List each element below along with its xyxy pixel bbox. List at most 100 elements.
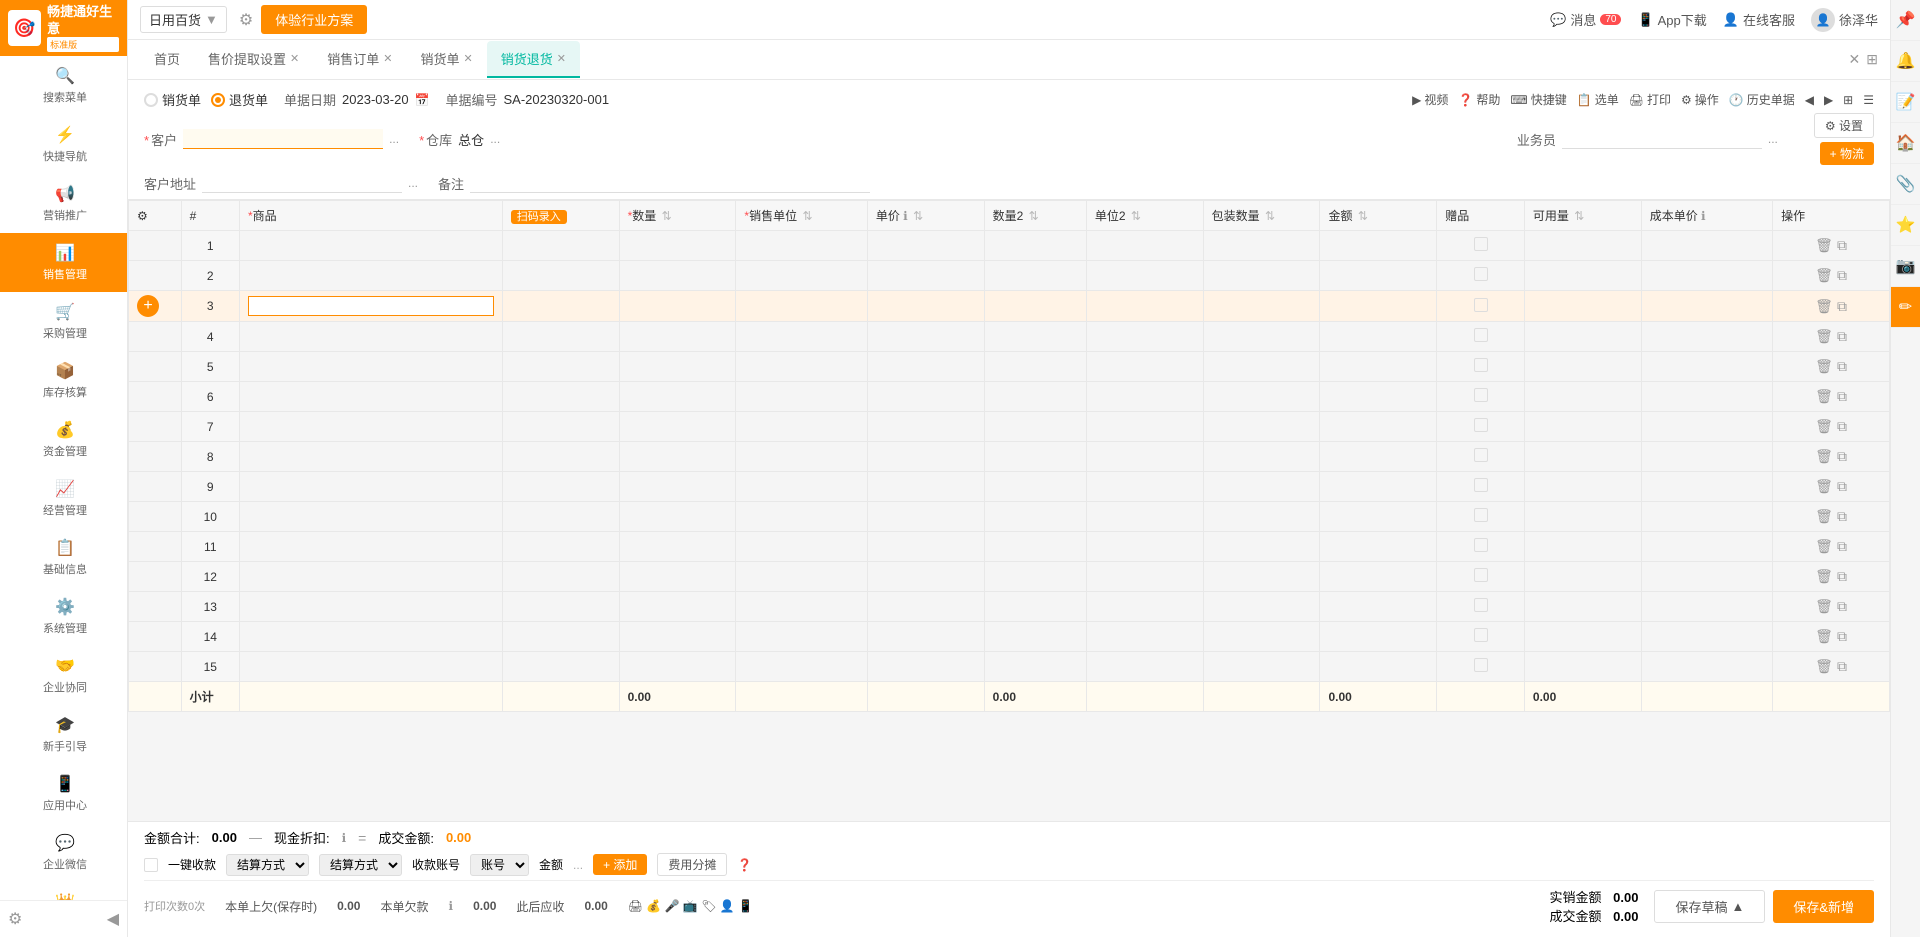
unit-sort-icon[interactable]: ⇅: [802, 209, 812, 223]
account-select[interactable]: 账号: [470, 854, 529, 876]
row-price-cell[interactable]: [867, 592, 984, 622]
address-input[interactable]: [202, 173, 402, 193]
row-qty-cell[interactable]: [619, 352, 736, 382]
row-unit2-cell[interactable]: [1086, 502, 1203, 532]
row-qty-cell[interactable]: [619, 472, 736, 502]
toolbar-help[interactable]: ❓ 帮助: [1458, 91, 1500, 108]
right-panel-item-3[interactable]: 📝: [1891, 82, 1920, 123]
gift-checkbox[interactable]: [1474, 418, 1488, 432]
add-row-btn[interactable]: +: [137, 295, 159, 317]
toolbar-operation[interactable]: ⚙ 操作: [1681, 91, 1719, 108]
gift-checkbox[interactable]: [1474, 658, 1488, 672]
row-unit-cell[interactable]: [736, 652, 867, 682]
row-qty-cell[interactable]: [619, 502, 736, 532]
copy-row-btn[interactable]: ⧉: [1835, 416, 1849, 437]
gift-checkbox[interactable]: [1474, 538, 1488, 552]
row-unit2-cell[interactable]: [1086, 291, 1203, 322]
row-qty-cell[interactable]: [619, 261, 736, 291]
experience-btn[interactable]: 体验行业方案: [261, 5, 367, 34]
address-select-btn[interactable]: ...: [408, 176, 418, 190]
row-pack-cell[interactable]: [1203, 352, 1320, 382]
row-price-cell[interactable]: [867, 231, 984, 261]
row-gift-cell[interactable]: [1437, 562, 1525, 592]
copy-row-btn[interactable]: ⧉: [1835, 476, 1849, 497]
sidebar-item-apps[interactable]: 📱 应用中心: [0, 764, 127, 823]
row-gift-cell[interactable]: [1437, 502, 1525, 532]
row-unit2-cell[interactable]: [1086, 352, 1203, 382]
row-qty-cell[interactable]: [619, 442, 736, 472]
row-unit-cell[interactable]: [736, 261, 867, 291]
gift-checkbox[interactable]: [1474, 508, 1488, 522]
right-panel-item-6[interactable]: ⭐: [1891, 205, 1920, 246]
row-pack-cell[interactable]: [1203, 532, 1320, 562]
gift-checkbox[interactable]: [1474, 478, 1488, 492]
tab-home[interactable]: 首页: [140, 41, 194, 78]
row-pack-cell[interactable]: [1203, 472, 1320, 502]
logistics-btn[interactable]: + 物流: [1820, 142, 1874, 165]
copy-row-btn[interactable]: ⧉: [1835, 656, 1849, 677]
delete-row-btn[interactable]: 🗑: [1813, 566, 1835, 587]
gift-checkbox[interactable]: [1474, 388, 1488, 402]
row-price-cell[interactable]: [867, 322, 984, 352]
row-price-cell[interactable]: [867, 291, 984, 322]
row-unit-cell[interactable]: [736, 532, 867, 562]
row-qty2-cell[interactable]: [984, 472, 1086, 502]
fee-help-icon[interactable]: ❓: [737, 858, 752, 872]
price-info-icon[interactable]: ℹ: [903, 209, 908, 223]
delete-row-btn[interactable]: 🗑: [1813, 386, 1835, 407]
delete-row-btn[interactable]: 🗑: [1813, 626, 1835, 647]
row-product-cell[interactable]: [239, 352, 502, 382]
row-product-cell[interactable]: [239, 502, 502, 532]
row-unit2-cell[interactable]: [1086, 652, 1203, 682]
settle-method-select[interactable]: 结算方式: [226, 854, 309, 876]
row-price-cell[interactable]: [867, 532, 984, 562]
row-qty2-cell[interactable]: [984, 322, 1086, 352]
row-gift-cell[interactable]: [1437, 532, 1525, 562]
gift-checkbox[interactable]: [1474, 568, 1488, 582]
row-price-cell[interactable]: [867, 562, 984, 592]
row-product-cell[interactable]: [239, 622, 502, 652]
right-panel-item-5[interactable]: 📎: [1891, 164, 1920, 205]
avail-sort-icon[interactable]: ⇅: [1574, 209, 1584, 223]
sidebar-item-enterprise[interactable]: 🤝 企业协同: [0, 646, 127, 705]
row-qty-cell[interactable]: [619, 532, 736, 562]
row-unit-cell[interactable]: [736, 231, 867, 261]
row-gift-cell[interactable]: [1437, 652, 1525, 682]
delete-row-btn[interactable]: 🗑: [1813, 265, 1835, 286]
sidebar-item-member[interactable]: 👑 畅会员: [0, 882, 127, 900]
row-unit2-cell[interactable]: [1086, 231, 1203, 261]
row-qty2-cell[interactable]: [984, 261, 1086, 291]
right-panel-item-2[interactable]: 🔔: [1891, 41, 1920, 82]
delete-row-btn[interactable]: 🗑: [1813, 446, 1835, 467]
user-profile-btn[interactable]: 👤 徐泽华: [1811, 8, 1878, 32]
row-gift-cell[interactable]: [1437, 412, 1525, 442]
row-qty-cell[interactable]: [619, 562, 736, 592]
row-gift-cell[interactable]: [1437, 472, 1525, 502]
row-pack-cell[interactable]: [1203, 592, 1320, 622]
row-unit2-cell[interactable]: [1086, 532, 1203, 562]
sidebar-item-purchase[interactable]: 🛒 采购管理: [0, 292, 127, 351]
customer-input[interactable]: [183, 129, 383, 149]
row-product-cell[interactable]: [239, 532, 502, 562]
row-unit2-cell[interactable]: [1086, 412, 1203, 442]
row-qty2-cell[interactable]: [984, 231, 1086, 261]
right-panel-item-7[interactable]: 📷: [1891, 246, 1920, 287]
row-qty-cell[interactable]: [619, 382, 736, 412]
toolbar-history[interactable]: 🕐 历史单据: [1729, 91, 1795, 108]
row-price-cell[interactable]: [867, 652, 984, 682]
row-qty2-cell[interactable]: [984, 622, 1086, 652]
customer-select-btn[interactable]: ...: [389, 132, 399, 146]
toolbar-select-order[interactable]: 📋 选单: [1577, 91, 1619, 108]
toolbar-video[interactable]: ▶ 视频: [1412, 91, 1448, 108]
copy-row-btn[interactable]: ⧉: [1835, 596, 1849, 617]
copy-row-btn[interactable]: ⧉: [1835, 446, 1849, 467]
price-sort-icon[interactable]: ⇅: [913, 209, 923, 223]
row-price-cell[interactable]: [867, 382, 984, 412]
radio-delivery[interactable]: 销货单: [144, 90, 201, 109]
row-gift-cell[interactable]: [1437, 322, 1525, 352]
right-panel-item-4[interactable]: 🏠: [1891, 123, 1920, 164]
row-unit2-cell[interactable]: [1086, 622, 1203, 652]
row-pack-cell[interactable]: [1203, 382, 1320, 412]
row-qty2-cell[interactable]: [984, 532, 1086, 562]
row-qty2-cell[interactable]: [984, 352, 1086, 382]
